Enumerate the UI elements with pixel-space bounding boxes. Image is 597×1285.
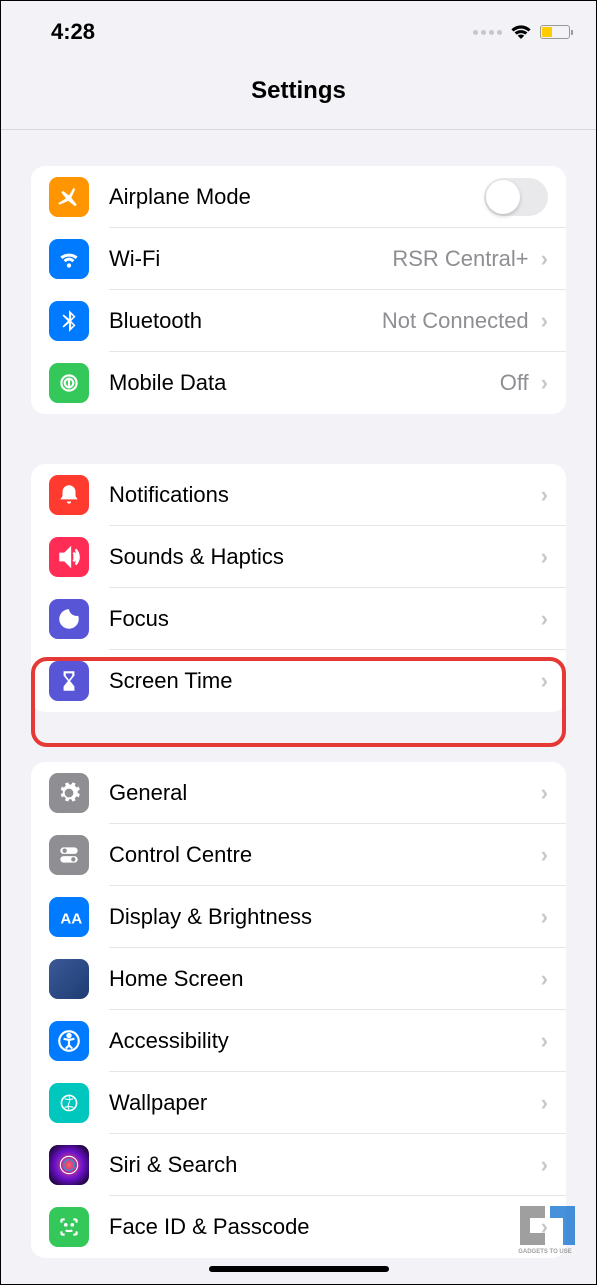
row-label: Bluetooth [109, 308, 382, 334]
chevron-right-icon: › [541, 370, 548, 396]
row-label: Home Screen [109, 966, 537, 992]
home-indicator[interactable] [209, 1266, 389, 1272]
focus-icon [49, 599, 89, 639]
row-label: Focus [109, 606, 537, 632]
row-mobile-data[interactable]: Mobile Data Off › [31, 352, 566, 414]
chevron-right-icon: › [541, 842, 548, 868]
row-detail: Off [500, 370, 529, 396]
settings-group-connectivity: Airplane Mode Wi-Fi RSR Central+ › Bluet… [31, 166, 566, 414]
chevron-right-icon: › [541, 780, 548, 806]
airplane-toggle[interactable] [484, 178, 548, 216]
row-bluetooth[interactable]: Bluetooth Not Connected › [31, 290, 566, 352]
row-general[interactable]: General › [31, 762, 566, 824]
row-label: Display & Brightness [109, 904, 537, 930]
status-time: 4:28 [51, 19, 95, 45]
row-label: General [109, 780, 537, 806]
row-label: Airplane Mode [109, 184, 484, 210]
row-notifications[interactable]: Notifications › [31, 464, 566, 526]
row-faceid-passcode[interactable]: Face ID & Passcode › [31, 1196, 566, 1258]
chevron-right-icon: › [541, 904, 548, 930]
faceid-icon [49, 1207, 89, 1247]
page-title: Settings [1, 53, 596, 130]
notifications-icon [49, 475, 89, 515]
chevron-right-icon: › [541, 246, 548, 272]
row-detail: Not Connected [382, 308, 529, 334]
wifi-settings-icon [49, 239, 89, 279]
row-wifi[interactable]: Wi-Fi RSR Central+ › [31, 228, 566, 290]
accessibility-icon [49, 1021, 89, 1061]
row-label: Accessibility [109, 1028, 537, 1054]
sounds-icon [49, 537, 89, 577]
row-airplane-mode[interactable]: Airplane Mode [31, 166, 566, 228]
row-display-brightness[interactable]: AA Display & Brightness › [31, 886, 566, 948]
status-bar: 4:28 [1, 1, 596, 53]
wifi-icon [510, 24, 532, 40]
row-accessibility[interactable]: Accessibility › [31, 1010, 566, 1072]
row-screen-time[interactable]: Screen Time › [31, 650, 566, 712]
control-centre-icon [49, 835, 89, 875]
row-control-centre[interactable]: Control Centre › [31, 824, 566, 886]
hourglass-icon [49, 661, 89, 701]
siri-icon [49, 1145, 89, 1185]
svg-text:AA: AA [60, 911, 82, 928]
row-label: Wi-Fi [109, 246, 392, 272]
display-icon: AA [49, 897, 89, 937]
row-label: Screen Time [109, 668, 537, 694]
chevron-right-icon: › [541, 966, 548, 992]
row-siri-search[interactable]: Siri & Search › [31, 1134, 566, 1196]
row-label: Control Centre [109, 842, 537, 868]
row-focus[interactable]: Focus › [31, 588, 566, 650]
chevron-right-icon: › [541, 544, 548, 570]
status-right [473, 24, 570, 40]
row-label: Siri & Search [109, 1152, 537, 1178]
row-label: Mobile Data [109, 370, 500, 396]
row-wallpaper[interactable]: Wallpaper › [31, 1072, 566, 1134]
row-label: Sounds & Haptics [109, 544, 537, 570]
home-screen-icon [49, 959, 89, 999]
row-detail: RSR Central+ [392, 246, 528, 272]
signal-dots-icon [473, 30, 502, 35]
bluetooth-icon [49, 301, 89, 341]
row-label: Wallpaper [109, 1090, 537, 1116]
row-home-screen[interactable]: Home Screen › [31, 948, 566, 1010]
chevron-right-icon: › [541, 1152, 548, 1178]
gear-icon [49, 773, 89, 813]
svg-text:GADGETS TO USE: GADGETS TO USE [518, 1249, 572, 1255]
chevron-right-icon: › [541, 606, 548, 632]
chevron-right-icon: › [541, 482, 548, 508]
settings-group-alerts: Notifications › Sounds & Haptics › Focus… [31, 464, 566, 712]
row-label: Notifications [109, 482, 537, 508]
chevron-right-icon: › [541, 668, 548, 694]
battery-icon [540, 25, 570, 39]
row-label: Face ID & Passcode [109, 1214, 537, 1240]
chevron-right-icon: › [541, 1090, 548, 1116]
chevron-right-icon: › [541, 1028, 548, 1054]
watermark-logo: GADGETS TO USE [500, 1196, 590, 1256]
airplane-icon [49, 177, 89, 217]
settings-group-general: General › Control Centre › AA Display & … [31, 762, 566, 1258]
chevron-right-icon: › [541, 308, 548, 334]
row-sounds[interactable]: Sounds & Haptics › [31, 526, 566, 588]
cellular-icon [49, 363, 89, 403]
wallpaper-icon [49, 1083, 89, 1123]
